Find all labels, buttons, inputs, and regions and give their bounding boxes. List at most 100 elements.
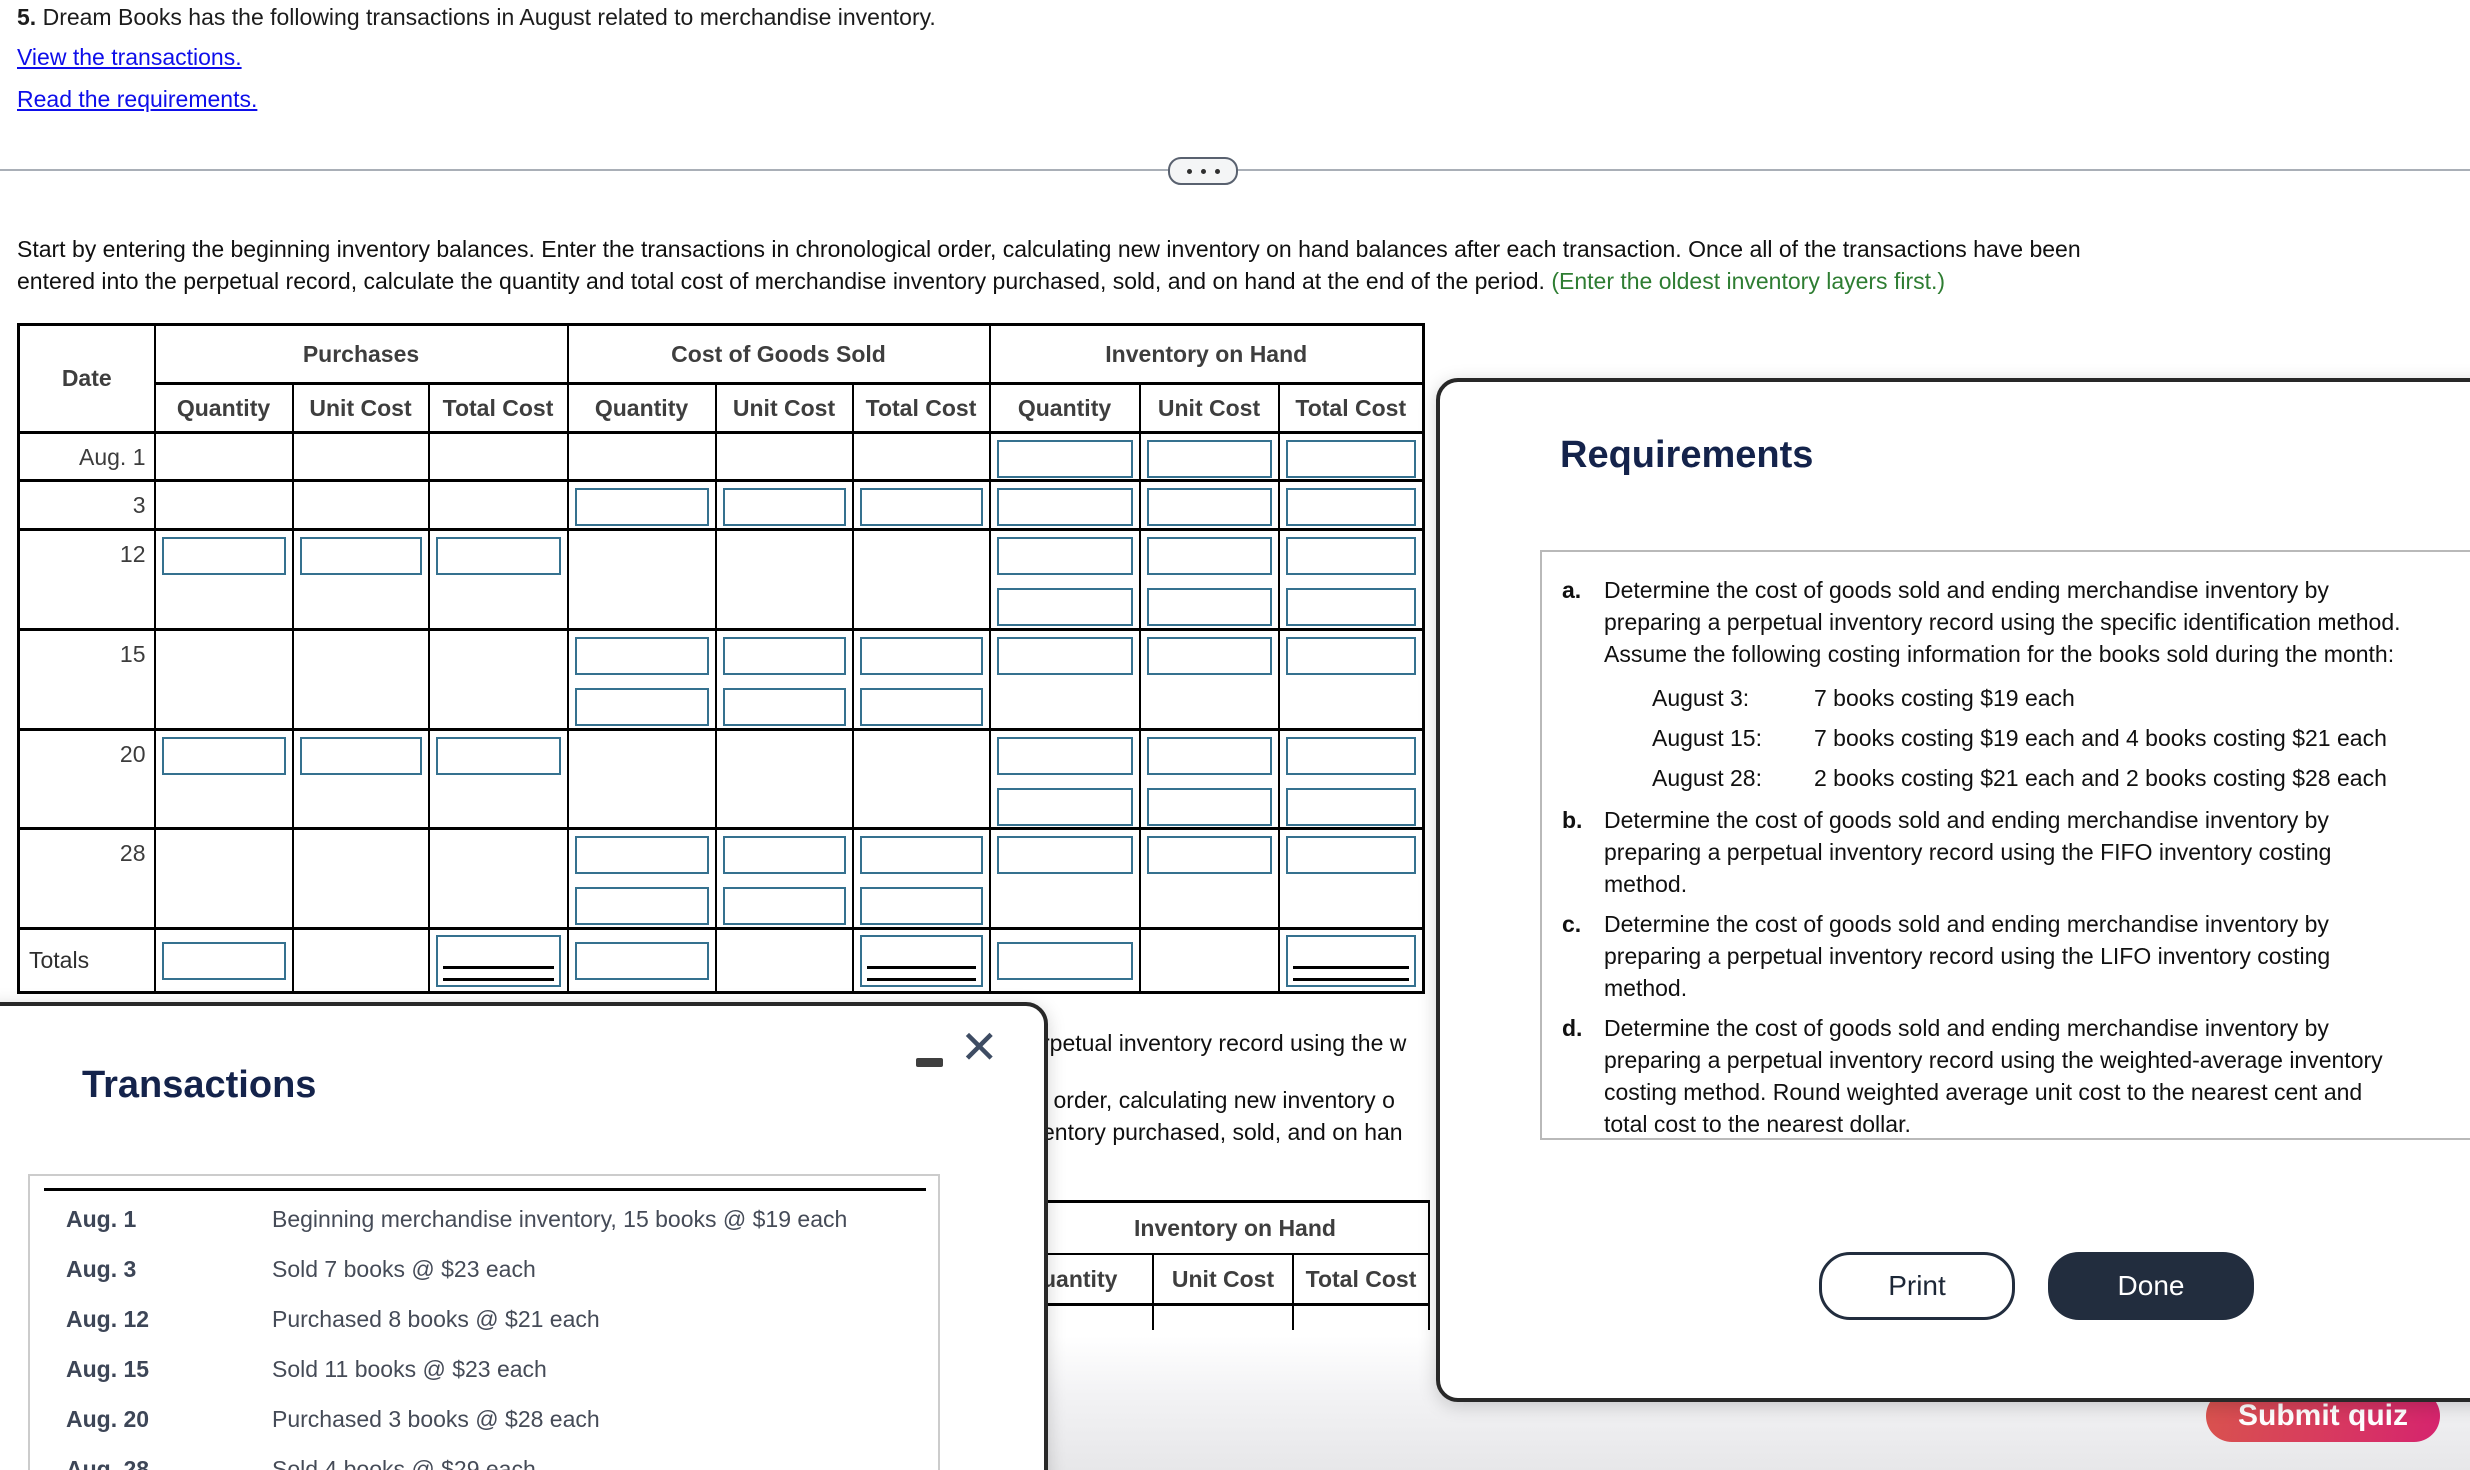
instructions-green-note: (Enter the oldest inventory layers first… <box>1551 268 1945 294</box>
mini-table-title: Inventory on Hand <box>1040 1203 1430 1253</box>
input-12-inv-total-2[interactable] <box>1286 588 1417 626</box>
background-inventory-mini-table: Inventory on Hand uantity Unit Cost Tota… <box>1040 1200 1430 1332</box>
input-20-purch-qty[interactable] <box>162 737 286 775</box>
input-15-cogs-unit-1[interactable] <box>723 637 846 675</box>
requirements-box: a. Determine the cost of goods sold and … <box>1540 550 2470 1140</box>
input-12-inv-total-1[interactable] <box>1286 537 1417 575</box>
table-row-aug15: 15 <box>19 630 1424 730</box>
row-date: 20 <box>19 730 155 829</box>
input-12-inv-qty-1[interactable] <box>997 537 1133 575</box>
input-3-cogs-unit[interactable] <box>723 488 846 526</box>
input-12-purch-qty[interactable] <box>162 537 286 575</box>
problem-text: Dream Books has the following transactio… <box>36 4 936 30</box>
input-20-inv-total-2[interactable] <box>1286 788 1417 826</box>
more-options-button[interactable] <box>1168 157 1238 185</box>
input-28-inv-qty[interactable] <box>997 836 1133 874</box>
input-12-inv-qty-2[interactable] <box>997 588 1133 626</box>
transactions-list: Aug. 1Beginning merchandise inventory, 1… <box>28 1174 940 1470</box>
costing-info-row: August 28: 2 books costing $21 each and … <box>1652 758 2470 798</box>
input-total-cogs-qty[interactable] <box>575 942 709 980</box>
input-3-cogs-total[interactable] <box>860 488 983 526</box>
background-text-fragment: l order, calculating new inventory o <box>1042 1087 1395 1114</box>
input-20-purch-total[interactable] <box>436 737 561 775</box>
minimize-icon[interactable] <box>916 1058 943 1067</box>
table-row-aug1: Aug. 1 <box>19 433 1424 481</box>
totals-label: Totals <box>19 929 155 993</box>
double-rule <box>867 966 976 981</box>
input-20-inv-total-1[interactable] <box>1286 737 1417 775</box>
input-15-inv-total[interactable] <box>1286 637 1417 675</box>
input-12-inv-unit-1[interactable] <box>1147 537 1272 575</box>
ellipsis-icon <box>1187 169 1192 174</box>
table-row-aug12: 12 <box>19 530 1424 630</box>
double-rule <box>1293 966 1410 981</box>
col-header-date: Date <box>19 325 155 433</box>
input-12-purch-total[interactable] <box>436 537 561 575</box>
input-28-cogs-unit-2[interactable] <box>723 887 846 925</box>
perpetual-inventory-table: Date Purchases Cost of Goods Sold Invent… <box>17 323 1425 994</box>
row-date: Aug. 1 <box>19 433 155 481</box>
input-28-inv-unit[interactable] <box>1147 836 1272 874</box>
input-3-inv-qty[interactable] <box>997 488 1133 526</box>
transaction-row: Aug. 12Purchased 8 books @ $21 each <box>66 1294 600 1344</box>
transaction-row: Aug. 20Purchased 3 books @ $28 each <box>66 1394 600 1444</box>
requirement-c: c. Determine the cost of goods sold and … <box>1562 908 2470 1004</box>
requirement-d: d. Determine the cost of goods sold and … <box>1562 1012 2470 1140</box>
costing-info-row: August 15: 7 books costing $19 each and … <box>1652 718 2470 758</box>
input-20-inv-unit-1[interactable] <box>1147 737 1272 775</box>
mini-col-quantity: uantity <box>1042 1255 1150 1303</box>
instructions-line-1: Start by entering the beginning inventor… <box>17 236 2081 263</box>
row-date: 28 <box>19 829 155 929</box>
table-row-aug28: 28 <box>19 829 1424 929</box>
input-15-cogs-qty-2[interactable] <box>575 688 709 726</box>
input-aug1-inv-qty[interactable] <box>997 440 1133 478</box>
table-row-aug20: 20 <box>19 730 1424 829</box>
input-15-cogs-qty-1[interactable] <box>575 637 709 675</box>
mini-col-total-cost: Total Cost <box>1294 1255 1428 1303</box>
input-15-cogs-total-1[interactable] <box>860 637 983 675</box>
transactions-dialog-title: Transactions <box>82 1064 316 1107</box>
col-header-quantity: Quantity <box>155 384 293 433</box>
input-12-purch-unit[interactable] <box>300 537 422 575</box>
view-transactions-link[interactable]: View the transactions. <box>17 44 242 71</box>
instructions-line-2: entered into the perpetual record, calcu… <box>17 268 1945 295</box>
input-total-inv-cost[interactable] <box>1286 935 1417 987</box>
input-12-inv-unit-2[interactable] <box>1147 588 1272 626</box>
input-28-inv-total[interactable] <box>1286 836 1417 874</box>
input-total-inv-qty[interactable] <box>997 942 1133 980</box>
row-date: 12 <box>19 530 155 630</box>
input-28-cogs-total-1[interactable] <box>860 836 983 874</box>
read-requirements-link[interactable]: Read the requirements. <box>17 86 257 113</box>
input-15-inv-qty[interactable] <box>997 637 1133 675</box>
input-28-cogs-unit-1[interactable] <box>723 836 846 874</box>
input-3-inv-total[interactable] <box>1286 488 1417 526</box>
input-20-inv-qty-1[interactable] <box>997 737 1133 775</box>
input-aug1-inv-unit[interactable] <box>1147 440 1272 478</box>
requirement-b: b. Determine the cost of goods sold and … <box>1562 804 2470 900</box>
transaction-row: Aug. 15Sold 11 books @ $23 each <box>66 1344 547 1394</box>
group-header-purchases: Purchases <box>155 325 568 384</box>
problem-number: 5. <box>17 4 36 30</box>
background-text-fragment: entory purchased, sold, and on han <box>1042 1119 1403 1146</box>
group-header-inventory: Inventory on Hand <box>990 325 1424 384</box>
col-header-total-cost: Total Cost <box>429 384 568 433</box>
close-icon[interactable]: ✕ <box>960 1024 999 1070</box>
print-button[interactable]: Print <box>1819 1252 2015 1320</box>
input-28-cogs-qty-1[interactable] <box>575 836 709 874</box>
input-aug1-inv-total[interactable] <box>1286 440 1417 478</box>
table-row-aug3: 3 <box>19 481 1424 530</box>
input-15-cogs-unit-2[interactable] <box>723 688 846 726</box>
done-button[interactable]: Done <box>2048 1252 2254 1320</box>
input-3-cogs-qty[interactable] <box>575 488 709 526</box>
input-20-inv-unit-2[interactable] <box>1147 788 1272 826</box>
input-15-inv-unit[interactable] <box>1147 637 1272 675</box>
input-28-cogs-total-2[interactable] <box>860 887 983 925</box>
input-28-cogs-qty-2[interactable] <box>575 887 709 925</box>
input-15-cogs-total-2[interactable] <box>860 688 983 726</box>
input-3-inv-unit[interactable] <box>1147 488 1272 526</box>
input-20-purch-unit[interactable] <box>300 737 422 775</box>
input-total-purch-cost[interactable] <box>436 935 561 987</box>
input-total-cogs-cost[interactable] <box>860 935 983 987</box>
input-20-inv-qty-2[interactable] <box>997 788 1133 826</box>
input-total-purch-qty[interactable] <box>162 942 286 980</box>
